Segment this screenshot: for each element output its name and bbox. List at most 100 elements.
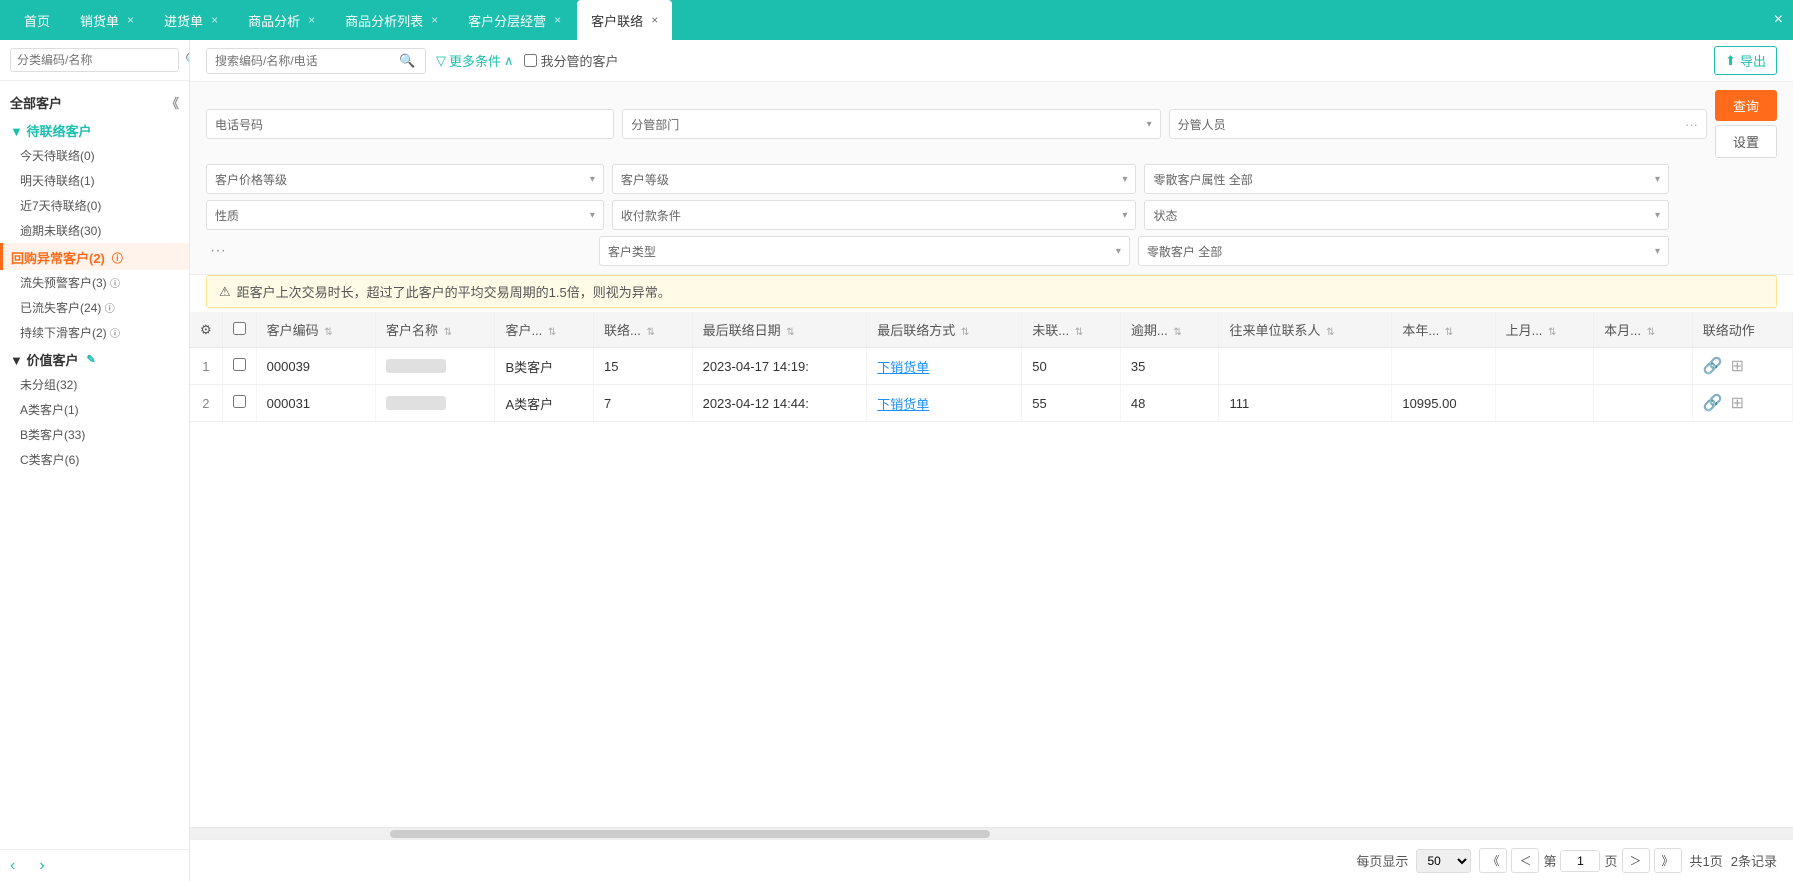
sidebar-item-declining[interactable]: 持续下滑客户(2) ⓘ	[0, 320, 189, 345]
grid-action-icon[interactable]: ⊞	[1731, 393, 1744, 413]
first-page-button[interactable]: 《	[1479, 848, 1507, 873]
scrollbar-thumb[interactable]	[390, 830, 990, 838]
more-conditions-button[interactable]: ▽ 更多条件 ∧	[436, 51, 514, 70]
close-icon[interactable]: ×	[127, 13, 134, 27]
setting-button[interactable]: 设置	[1715, 125, 1777, 158]
content-area: 🔍 ▽ 更多条件 ∧ 我分管的客户 ⬆ 导出 电话号码	[190, 40, 1793, 881]
nav-tab-home[interactable]: 首页	[10, 11, 64, 30]
nav-tab-customer-segment[interactable]: 客户分层经营 ×	[454, 0, 575, 40]
grid-action-icon[interactable]: ⊞	[1731, 356, 1744, 376]
nav-tab-purchase[interactable]: 进货单 ×	[150, 0, 232, 40]
sidebar-search-input[interactable]	[10, 48, 179, 72]
chevron-down-icon[interactable]: ▾	[1655, 246, 1660, 257]
sidebar-right-btn[interactable]: ›	[35, 855, 48, 877]
advanced-filter: 电话号码 分管部门 ▾ 分管人员 ··· 查询 设置	[190, 82, 1793, 275]
this-year: 10995.00	[1392, 385, 1495, 422]
query-button[interactable]: 查询	[1715, 90, 1777, 121]
uncontacted: 50	[1022, 348, 1121, 385]
th-name[interactable]: 客户名称 ⇅	[376, 312, 495, 348]
search-icon[interactable]: 🔍	[399, 53, 415, 69]
th-last-month[interactable]: 上月... ⇅	[1495, 312, 1594, 348]
th-contact-count[interactable]: 联络... ⇅	[594, 312, 693, 348]
th-last-method[interactable]: 最后联络方式 ⇅	[867, 312, 1022, 348]
page-label: 第	[1543, 851, 1556, 870]
customer-table: ⚙ 客户编码 ⇅ 客户名称 ⇅ 客户... ⇅ 联络... ⇅ 最后联络日期 ⇅…	[190, 312, 1793, 422]
chevron-down-icon[interactable]: ▾	[1122, 174, 1127, 185]
sidebar-group-value: ▼ 价值客户 ✎ 未分组(32) A类客户(1) B类客户(33) C类客户(6…	[0, 345, 189, 472]
prev-page-button[interactable]: ＜	[1511, 848, 1539, 873]
chevron-down-icon[interactable]: ▾	[1116, 246, 1121, 257]
th-overdue[interactable]: 逾期... ⇅	[1120, 312, 1219, 348]
close-icon[interactable]: ×	[211, 13, 218, 27]
sidebar-group-value-label[interactable]: ▼ 价值客户 ✎	[0, 345, 189, 372]
nav-tab-sales[interactable]: 销货单 ×	[66, 0, 148, 40]
nav-tab-analysis-list[interactable]: 商品分析列表 ×	[331, 0, 452, 40]
close-icon[interactable]: ×	[651, 13, 658, 27]
th-last-date[interactable]: 最后联络日期 ⇅	[692, 312, 867, 348]
top-nav: 首页 销货单 × 进货单 × 商品分析 × 商品分析列表 × 客户分层经营 × …	[0, 0, 1793, 40]
close-icon[interactable]: ×	[431, 13, 438, 27]
this-year	[1392, 348, 1495, 385]
next-page-button[interactable]: ＞	[1622, 848, 1650, 873]
last-page-button[interactable]: 》	[1654, 848, 1682, 873]
link-action-icon[interactable]: 🔗	[1703, 356, 1723, 376]
link-action-icon[interactable]: 🔗	[1703, 393, 1723, 413]
dots-icon[interactable]: ···	[1685, 117, 1698, 132]
sidebar-item-tomorrow[interactable]: 明天待联络(1)	[0, 168, 189, 193]
sidebar-item-a-class[interactable]: A类客户(1)	[0, 397, 189, 422]
customer-type: B类客户	[495, 348, 594, 385]
sidebar-item-overdue[interactable]: 逾期未联络(30)	[0, 218, 189, 243]
th-type[interactable]: 客户... ⇅	[495, 312, 594, 348]
adv-row-1: 电话号码 分管部门 ▾ 分管人员 ··· 查询 设置	[206, 90, 1777, 158]
per-page-select[interactable]: 50 100 200	[1416, 849, 1471, 873]
chevron-down-icon[interactable]: ▾	[1122, 210, 1127, 221]
export-button[interactable]: ⬆ 导出	[1714, 46, 1777, 75]
select-all-checkbox[interactable]	[233, 322, 246, 335]
sidebar-item-lost[interactable]: 已流失客户(24) ⓘ	[0, 295, 189, 320]
close-all-button[interactable]: ×	[1774, 11, 1783, 29]
chevron-down-icon[interactable]: ▾	[590, 174, 595, 185]
chevron-down-icon[interactable]: ▾	[1655, 174, 1660, 185]
sidebar-left-btn[interactable]: ‹	[6, 855, 19, 877]
th-this-year[interactable]: 本年... ⇅	[1392, 312, 1495, 348]
sidebar-item-7days[interactable]: 近7天待联络(0)	[0, 193, 189, 218]
sidebar-search-bar: 🔍	[0, 40, 189, 81]
sidebar-group-pending-label[interactable]: ▼ 待联络客户	[0, 116, 189, 143]
chevron-down-icon[interactable]: ▾	[1655, 210, 1660, 221]
close-icon[interactable]: ×	[554, 13, 561, 27]
page-input[interactable]	[1560, 850, 1600, 872]
page-suffix: 页	[1604, 851, 1617, 870]
phone-input[interactable]	[267, 117, 605, 131]
nav-tab-customer-contact[interactable]: 客户联络 ×	[577, 0, 672, 40]
row-checkbox[interactable]	[233, 395, 246, 408]
warning-icon: ⚠	[219, 284, 231, 300]
action-buttons: 查询 设置	[1715, 90, 1777, 158]
chevron-down-icon[interactable]: ▾	[1147, 119, 1152, 130]
nav-tab-analysis[interactable]: 商品分析 ×	[234, 0, 329, 40]
close-icon[interactable]: ×	[308, 13, 315, 27]
horizontal-scrollbar[interactable]	[190, 827, 1793, 839]
sidebar-group-repurchase-label[interactable]: 回购异常客户(2) ⓘ	[0, 243, 189, 270]
row-checkbox[interactable]	[233, 358, 246, 371]
th-settings[interactable]: ⚙	[190, 312, 222, 348]
th-uncontacted[interactable]: 未联... ⇅	[1022, 312, 1121, 348]
dept-field: 分管部门 ▾	[622, 109, 1160, 139]
sidebar-item-c-class[interactable]: C类客户(6)	[0, 447, 189, 472]
row-checkbox-cell	[222, 348, 256, 385]
th-contact-person[interactable]: 往来单位联系人 ⇅	[1219, 312, 1392, 348]
sidebar-item-today[interactable]: 今天待联络(0)	[0, 143, 189, 168]
search-input[interactable]	[215, 54, 395, 68]
edit-icon[interactable]: ✎	[86, 353, 95, 366]
sidebar-item-ungroup[interactable]: 未分组(32)	[0, 372, 189, 397]
th-code[interactable]: 客户编码 ⇅	[256, 312, 375, 348]
sidebar-item-b-class[interactable]: B类客户(33)	[0, 422, 189, 447]
more-icon[interactable]: ···	[206, 242, 230, 260]
chevron-down-icon[interactable]: ▾	[590, 210, 595, 221]
th-this-month[interactable]: 本月... ⇅	[1594, 312, 1693, 348]
last-contact-method[interactable]: 下销货单	[867, 348, 1022, 385]
last-contact-method[interactable]: 下销货单	[867, 385, 1022, 422]
status-field: 状态 ▾	[1144, 200, 1669, 230]
my-customers-checkbox[interactable]	[524, 54, 537, 67]
sidebar-item-lost-warning[interactable]: 流失预警客户(3) ⓘ	[0, 270, 189, 295]
sidebar-collapse-icon[interactable]: 《	[166, 93, 179, 112]
